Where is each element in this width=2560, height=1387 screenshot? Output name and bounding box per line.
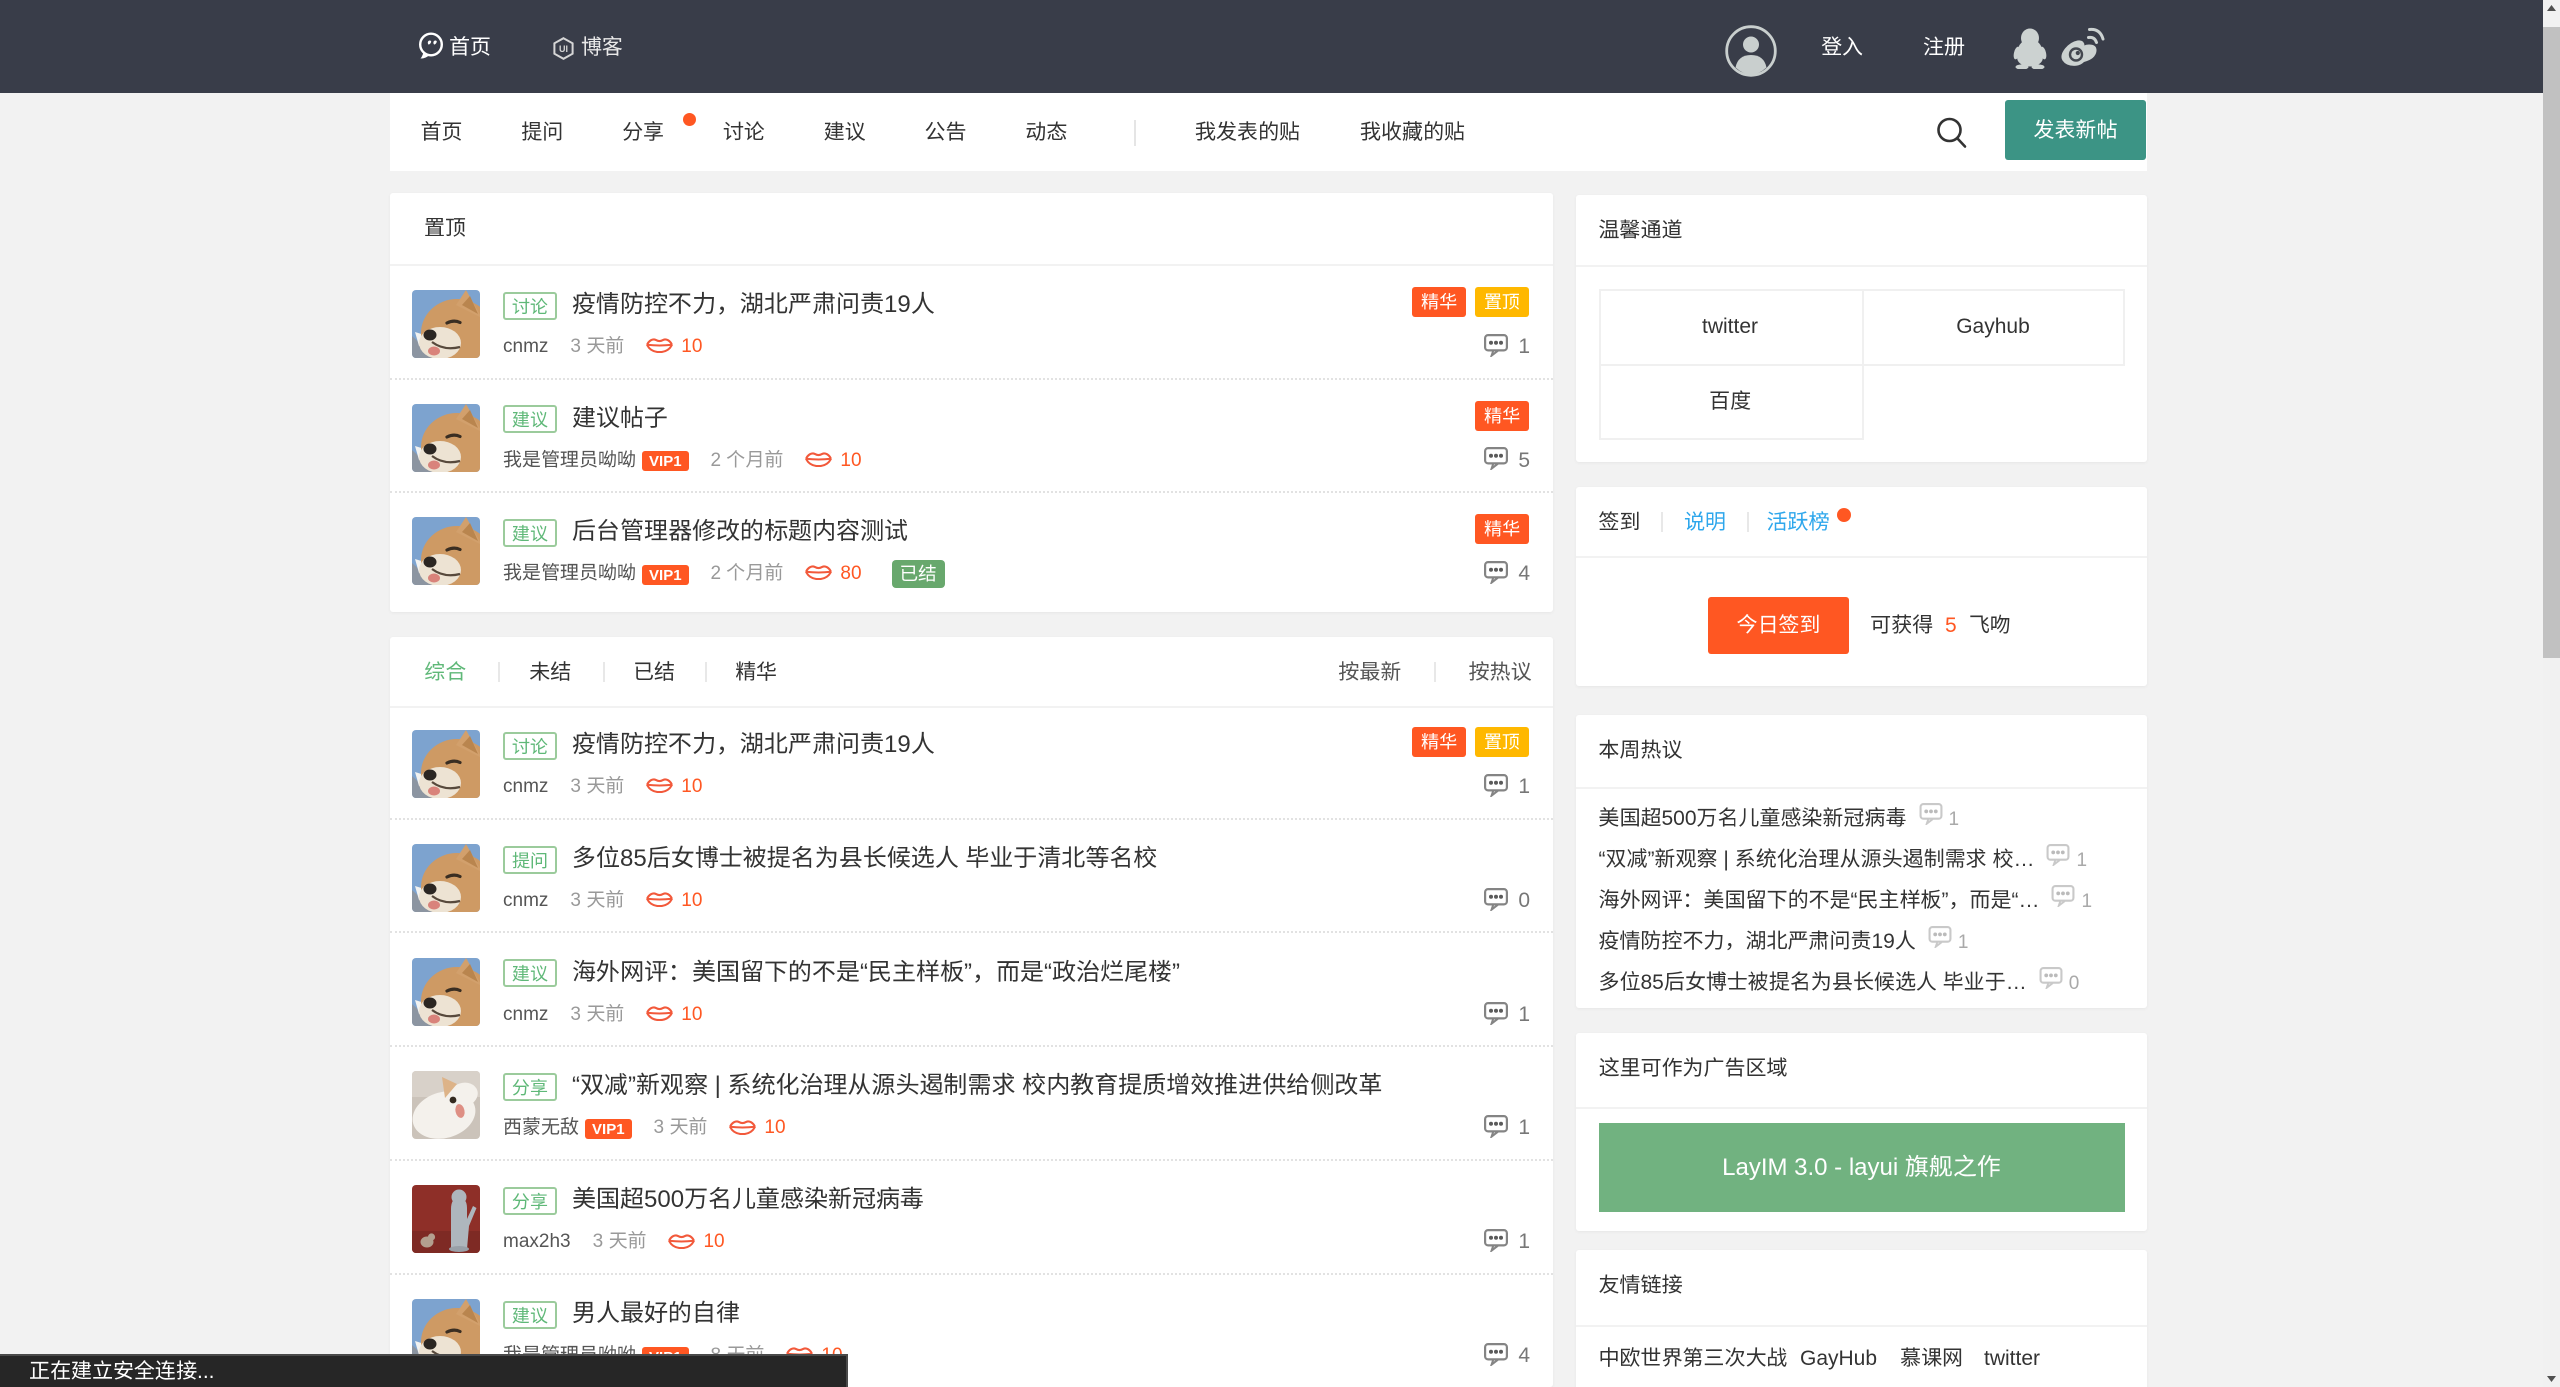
- svg-text:UI: UI: [559, 44, 568, 54]
